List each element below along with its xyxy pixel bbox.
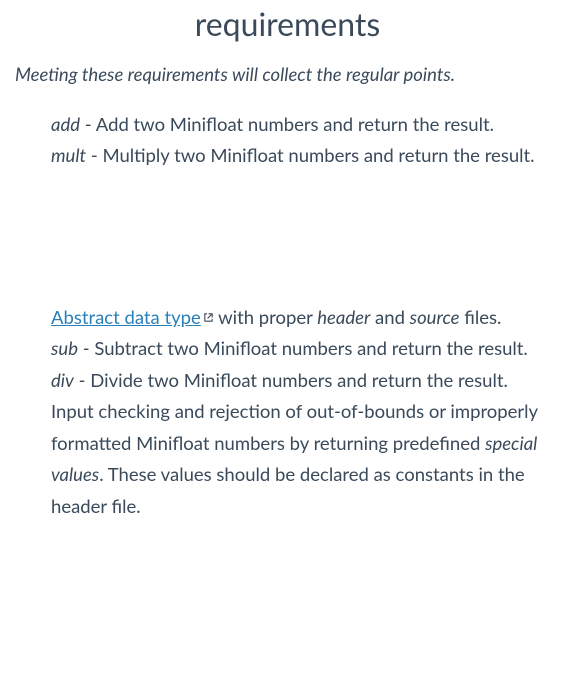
op-sub-sep: - — [78, 337, 94, 359]
op-add-desc: Add two Minifloat numbers and return the… — [96, 113, 494, 135]
external-link-icon — [203, 301, 214, 332]
op-div-sep: - — [74, 369, 90, 391]
adt-source-word: source — [410, 306, 460, 328]
op-sub: sub - Subtract two Minifloat numbers and… — [51, 333, 560, 364]
op-sub-name: sub — [51, 337, 78, 359]
op-mult: mult - Multiply two Minifloat numbers an… — [51, 140, 560, 171]
intro-text: Meeting these requirements will collect … — [15, 63, 560, 85]
adt-and: and — [370, 306, 409, 328]
spacer — [51, 172, 560, 302]
op-mult-sep: - — [86, 144, 102, 166]
input-check-line: Input checking and rejection of out-of-b… — [51, 396, 560, 522]
op-mult-name: mult — [51, 144, 86, 166]
adt-header-word: header — [317, 306, 370, 328]
op-div-name: div — [51, 369, 74, 391]
op-add-name: add — [51, 113, 80, 135]
op-add: add - Add two Minifloat numbers and retu… — [51, 109, 560, 140]
op-div-desc: Divide two Minifloat numbers and return … — [90, 369, 508, 391]
adt-line: Abstract data type with proper header an… — [51, 302, 560, 333]
page-heading: requirements — [15, 0, 560, 63]
op-add-sep: - — [80, 113, 96, 135]
op-div: div - Divide two Minifloat numbers and r… — [51, 365, 560, 396]
abstract-data-type-link[interactable]: Abstract data type — [51, 306, 201, 328]
input-check-part1: Input checking and rejection of out-of-b… — [51, 400, 538, 453]
content-body: add - Add two Minifloat numbers and retu… — [15, 109, 560, 522]
adt-text-after: with proper — [214, 306, 317, 328]
input-check-part2: . These values should be declared as con… — [51, 463, 525, 516]
op-sub-desc: Subtract two Minifloat numbers and retur… — [94, 337, 527, 359]
adt-files: files. — [460, 306, 502, 328]
op-mult-desc: Multiply two Minifloat numbers and retur… — [102, 144, 534, 166]
